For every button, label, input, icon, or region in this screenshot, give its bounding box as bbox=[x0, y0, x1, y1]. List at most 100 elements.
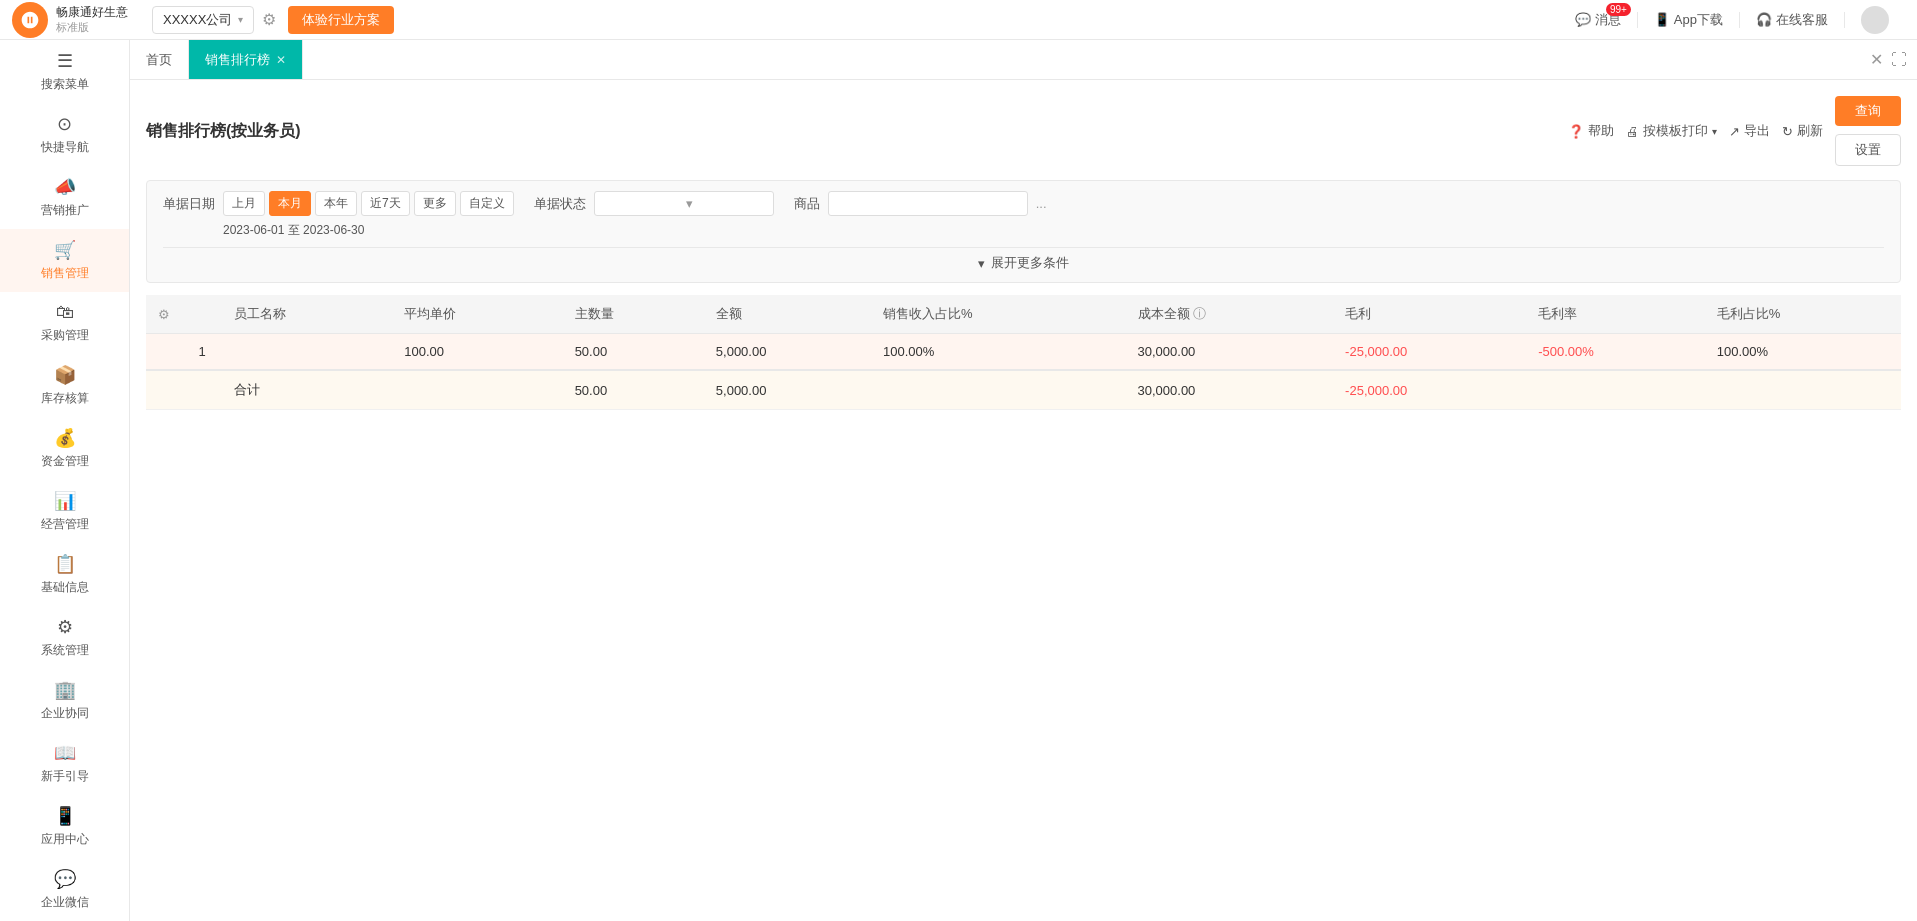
td-cost: 30,000.00 bbox=[1126, 334, 1334, 371]
app-logo: 畅康通好生意 标准版 bbox=[12, 2, 142, 38]
chart-icon: 📊 bbox=[54, 490, 76, 512]
status-filter-label: 单据状态 bbox=[534, 195, 586, 213]
page-actions: ❓ 帮助 🖨 按模板打印 ▾ ↗ 导出 ↻ bbox=[1568, 96, 1901, 166]
sidebar-item-marketing[interactable]: 📣 营销推广 bbox=[0, 166, 129, 229]
goods-text-input[interactable] bbox=[839, 196, 1017, 211]
sidebar-item-quick-nav[interactable]: ⊙ 快捷导航 bbox=[0, 103, 129, 166]
goods-filter-label: 商品 bbox=[794, 195, 820, 213]
tab-sales-rank[interactable]: 销售排行榜 ✕ bbox=[189, 40, 303, 79]
company-selector[interactable]: XXXXX公司 ▾ bbox=[152, 6, 254, 34]
tf-label: 合计 bbox=[222, 370, 392, 410]
sidebar-item-label: 企业微信 bbox=[41, 894, 89, 911]
sidebar-item-system[interactable]: ⚙ 系统管理 bbox=[0, 606, 129, 669]
th-cost: 成本全额 ⓘ bbox=[1126, 295, 1334, 334]
table-row: 1 100.00 50.00 5,000.00 100.00% 30,000.0… bbox=[146, 334, 1901, 371]
close-window-icon[interactable]: ✕ bbox=[1870, 50, 1883, 69]
td-gross: -25,000.00 bbox=[1333, 334, 1526, 371]
sidebar-item-label: 企业协同 bbox=[41, 705, 89, 722]
more-date-btn[interactable]: 更多 bbox=[414, 191, 456, 216]
sidebar-item-operations[interactable]: 📊 经营管理 bbox=[0, 480, 129, 543]
content-area: 首页 销售排行榜 ✕ ✕ ⛶ 销售排行榜(按业务员) ❓ bbox=[130, 40, 1917, 921]
app-download-button[interactable]: 📱 App下载 bbox=[1654, 11, 1723, 29]
money-icon: 💰 bbox=[54, 427, 76, 449]
chevron-down-icon: ▾ bbox=[686, 196, 763, 211]
td-avg-price: 100.00 bbox=[392, 334, 562, 371]
date-filter-label: 单据日期 bbox=[163, 195, 215, 213]
tf-avg-price bbox=[392, 370, 562, 410]
online-service-button[interactable]: 🎧 在线客服 bbox=[1756, 11, 1828, 29]
tab-window-buttons: ✕ ⛶ bbox=[1860, 40, 1917, 79]
logo-icon bbox=[12, 2, 48, 38]
sidebar-item-label: 基础信息 bbox=[41, 579, 89, 596]
bag-icon: 🛍 bbox=[56, 302, 74, 323]
sidebar-item-label: 销售管理 bbox=[41, 265, 89, 282]
th-gross-pct: 毛利占比% bbox=[1705, 295, 1901, 334]
avatar[interactable] bbox=[1861, 6, 1889, 34]
settings-button[interactable]: 设置 bbox=[1835, 134, 1901, 166]
building-icon: 🏢 bbox=[54, 679, 76, 701]
chevron-down-icon: ▾ bbox=[238, 14, 243, 25]
help-button[interactable]: ❓ 帮助 bbox=[1568, 122, 1614, 140]
td-rank: 1 bbox=[182, 334, 222, 371]
sidebar-item-search-order[interactable]: ☰ 搜索菜单 bbox=[0, 40, 129, 103]
sidebar-item-inventory[interactable]: 📦 库存核算 bbox=[0, 354, 129, 417]
tab-home[interactable]: 首页 bbox=[130, 40, 189, 79]
sidebar-item-label: 系统管理 bbox=[41, 642, 89, 659]
print-button[interactable]: 🖨 按模板打印 ▾ bbox=[1626, 122, 1717, 140]
sidebar-item-finance[interactable]: 💰 资金管理 bbox=[0, 417, 129, 480]
sidebar-item-label: 营销推广 bbox=[41, 202, 89, 219]
th-name: 员工名称 bbox=[222, 295, 392, 334]
td-settings bbox=[146, 334, 182, 371]
filter-row: 单据日期 上月 本月 本年 近7天 更多 自定义 bbox=[163, 191, 1884, 216]
sidebar-item-wechat[interactable]: 💬 企业微信 bbox=[0, 858, 129, 921]
divider bbox=[1637, 12, 1638, 28]
settings-icon[interactable]: ⚙ bbox=[262, 10, 276, 29]
chevron-down-icon: ▾ bbox=[978, 256, 985, 271]
page-content-wrapper: 销售排行榜(按业务员) ❓ 帮助 🖨 按模板打印 ▾ ↗ bbox=[130, 80, 1917, 921]
expand-more-btn[interactable]: ▾ 展开更多条件 bbox=[163, 247, 1884, 272]
page-title: 销售排行榜(按业务员) bbox=[146, 121, 301, 142]
message-button[interactable]: 💬 消息 99+ bbox=[1575, 11, 1621, 29]
help-icon: ❓ bbox=[1568, 124, 1584, 139]
this-month-btn[interactable]: 本月 bbox=[269, 191, 311, 216]
query-button[interactable]: 查询 bbox=[1835, 96, 1901, 126]
more-filter-icon[interactable]: ... bbox=[1036, 196, 1047, 211]
sidebar-item-purchase[interactable]: 🛍 采购管理 bbox=[0, 292, 129, 354]
tf-amount: 5,000.00 bbox=[704, 370, 871, 410]
trial-button[interactable]: 体验行业方案 bbox=[288, 6, 394, 34]
th-sales-pct: 销售收入占比% bbox=[871, 295, 1126, 334]
app-name: 畅康通好生意 标准版 bbox=[56, 5, 128, 35]
custom-date-btn[interactable]: 自定义 bbox=[460, 191, 514, 216]
export-icon: ↗ bbox=[1729, 124, 1740, 139]
status-select[interactable]: ▾ bbox=[594, 191, 774, 216]
export-button[interactable]: ↗ 导出 bbox=[1729, 122, 1770, 140]
tf-gross-pct bbox=[1705, 370, 1901, 410]
status-filter: 单据状态 ▾ bbox=[534, 191, 774, 216]
tf-settings bbox=[146, 370, 182, 410]
last-7days-btn[interactable]: 近7天 bbox=[361, 191, 410, 216]
maximize-icon[interactable]: ⛶ bbox=[1891, 51, 1907, 69]
goods-input[interactable] bbox=[828, 191, 1028, 216]
sidebar-item-label: 经营管理 bbox=[41, 516, 89, 533]
refresh-button[interactable]: ↻ 刷新 bbox=[1782, 122, 1823, 140]
megaphone-icon: 📣 bbox=[54, 176, 76, 198]
this-year-btn[interactable]: 本年 bbox=[315, 191, 357, 216]
th-settings: ⚙ bbox=[146, 295, 182, 334]
app-icon: 📱 bbox=[1654, 12, 1670, 27]
book-icon: 📖 bbox=[54, 742, 76, 764]
close-tab-icon[interactable]: ✕ bbox=[276, 53, 286, 67]
wechat-icon: 💬 bbox=[54, 868, 76, 890]
cost-info-icon[interactable]: ⓘ bbox=[1193, 306, 1206, 321]
last-month-btn[interactable]: 上月 bbox=[223, 191, 265, 216]
column-settings-icon[interactable]: ⚙ bbox=[158, 307, 170, 322]
message-icon: 💬 bbox=[1575, 12, 1591, 27]
sidebar-item-enterprise[interactable]: 🏢 企业协同 bbox=[0, 669, 129, 732]
sidebar-item-app-center[interactable]: 📱 应用中心 bbox=[0, 795, 129, 858]
th-gross-rate: 毛利率 bbox=[1526, 295, 1705, 334]
main-layout: ☰ 搜索菜单 ⊙ 快捷导航 📣 营销推广 🛒 销售管理 🛍 采购管理 📦 库存核… bbox=[0, 40, 1917, 921]
sidebar-item-guide[interactable]: 📖 新手引导 bbox=[0, 732, 129, 795]
sidebar-item-base-info[interactable]: 📋 基础信息 bbox=[0, 543, 129, 606]
tf-gross: -25,000.00 bbox=[1333, 370, 1526, 410]
th-rank bbox=[182, 295, 222, 334]
sidebar-item-sales[interactable]: 🛒 销售管理 bbox=[0, 229, 129, 292]
